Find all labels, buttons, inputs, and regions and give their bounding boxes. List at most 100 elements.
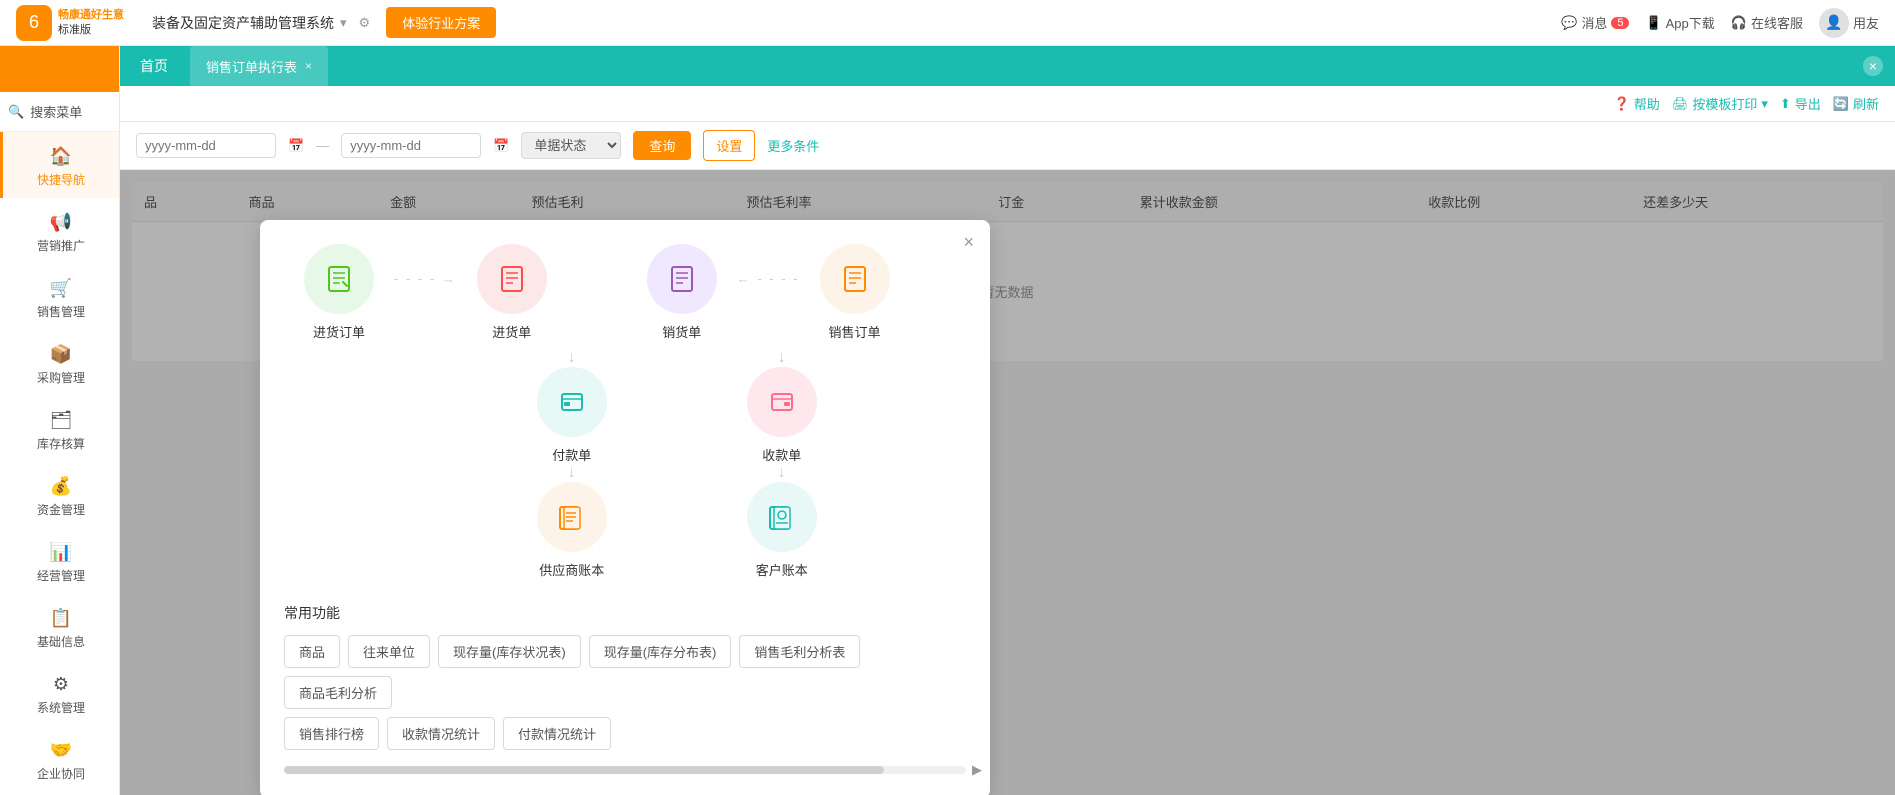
- tab-close-all-btn[interactable]: ×: [1863, 56, 1883, 76]
- print-icon: 🖨: [1672, 96, 1689, 112]
- sidebar-item-system[interactable]: ⚙ 系统管理: [0, 660, 119, 726]
- func-buttons-row2: 销售排行榜 收款情况统计 付款情况统计: [284, 717, 966, 750]
- payment-bill-node: 付款单: [537, 367, 607, 464]
- func-btn-stock-status[interactable]: 现存量(库存状况表): [438, 635, 581, 668]
- func-btn-payment-stats[interactable]: 付款情况统计: [503, 717, 611, 750]
- sales-bill-icon: [647, 244, 717, 314]
- arrow-pb-payment: ↓: [568, 349, 576, 367]
- search-icon: 🔍: [8, 104, 24, 120]
- tab-close-btn[interactable]: ×: [305, 59, 312, 73]
- marketing-icon: 📢: [50, 212, 72, 233]
- operations-icon: 📊: [50, 542, 72, 563]
- experience-btn[interactable]: 体验行业方案: [386, 7, 496, 38]
- sidebar-item-quick-nav[interactable]: 🏠 快捷导航: [0, 132, 119, 198]
- logo-text: 畅康通好生意 标准版: [58, 8, 124, 37]
- content-page: ❓ 帮助 🖨 按模板打印 ▾ ⬆ 导出 🔄: [120, 86, 1895, 795]
- set-btn[interactable]: 设置: [703, 130, 755, 161]
- refresh-btn[interactable]: 🔄 刷新: [1833, 94, 1879, 113]
- sidebar-item-operations[interactable]: 📊 经营管理: [0, 528, 119, 594]
- logo-icon: 6: [16, 5, 52, 41]
- app-download-btn[interactable]: 📱 App下载: [1645, 13, 1714, 32]
- func-btn-counterpart[interactable]: 往来单位: [348, 635, 430, 668]
- date-input[interactable]: [136, 133, 276, 158]
- sidebar-search[interactable]: 🔍 搜索菜单: [0, 92, 119, 132]
- receipt-bill-icon: [747, 367, 817, 437]
- tab-sales-order[interactable]: 销售订单执行表 ×: [190, 46, 328, 86]
- customer-ledger-icon: [747, 482, 817, 552]
- purchase-bill-icon: [477, 244, 547, 314]
- print-btn[interactable]: 🖨 按模板打印 ▾: [1672, 94, 1768, 113]
- calendar-end-icon[interactable]: 📅: [493, 138, 509, 154]
- arrow-payment-supplier: ↓: [568, 464, 576, 482]
- sidebar-item-inventory[interactable]: 🗂 库存核算: [0, 396, 119, 462]
- supplier-ledger-icon: [537, 482, 607, 552]
- app-container: 6 畅康通好生意 标准版 装备及固定资产辅助管理系统 ▾ ⚙ 体验行业方案 💬 …: [0, 0, 1895, 795]
- sales-order-icon: [820, 244, 890, 314]
- sidebar-item-enterprise[interactable]: 🤝 企业协同: [0, 726, 119, 792]
- content-header: ❓ 帮助 🖨 按模板打印 ▾ ⬆ 导出 🔄: [120, 86, 1895, 122]
- sidebar-item-basic[interactable]: 📋 基础信息: [0, 594, 119, 660]
- inventory-icon: 🗂: [50, 410, 73, 431]
- message-btn[interactable]: 💬 消息 5: [1561, 13, 1629, 32]
- purchase-order-node: 进货订单: [304, 244, 374, 341]
- modal-overlay[interactable]: ×: [120, 170, 1895, 795]
- payment-bill-label: 付款单: [552, 445, 591, 464]
- help-btn[interactable]: ❓ 帮助: [1614, 94, 1660, 113]
- supplier-ledger-label: 供应商账本: [539, 560, 604, 579]
- date-separator: —: [316, 138, 329, 153]
- content-inner: 品 商品 金额 预估毛利 预估毛利率 订金 累计收款金额 收款比例 还差多少天: [120, 170, 1895, 795]
- tab-bar: 首页 销售订单执行表 × ×: [120, 46, 1895, 86]
- modal-scrollbar-arrow[interactable]: ▶: [972, 762, 982, 778]
- search-btn[interactable]: 查询: [633, 131, 691, 160]
- func-btn-sales-rank[interactable]: 销售排行榜: [284, 717, 379, 750]
- common-functions: 常用功能 商品 往来单位 现存量(库存状况表) 现存量(库存分布表) 销售毛利分…: [284, 603, 966, 750]
- message-badge: 5: [1611, 17, 1629, 29]
- top-bar-middle: 装备及固定资产辅助管理系统 ▾ ⚙ 体验行业方案: [136, 7, 1561, 38]
- settings-icon[interactable]: ⚙: [359, 15, 371, 31]
- export-btn[interactable]: ⬆ 导出: [1780, 94, 1821, 113]
- sidebar-item-sales[interactable]: 🛒 销售管理: [0, 264, 119, 330]
- modal-close-btn[interactable]: ×: [963, 232, 974, 253]
- purchase-icon: 📦: [50, 344, 72, 365]
- customer-ledger-node: 客户账本: [747, 482, 817, 579]
- func-btn-stock-dist[interactable]: 现存量(库存分布表): [589, 635, 732, 668]
- modal-scrollbar[interactable]: ▶: [284, 766, 966, 774]
- purchase-bill-label: 进货单: [492, 322, 531, 341]
- customer-ledger-label: 客户账本: [756, 560, 808, 579]
- sidebar-menu: 🏠 快捷导航 📢 营销推广 🛒 销售管理 📦 采购管理 🗂 库存核: [0, 132, 119, 795]
- user-menu[interactable]: 👤 用友: [1819, 8, 1879, 38]
- purchase-order-label: 进货订单: [313, 322, 365, 341]
- more-conditions[interactable]: 更多条件: [767, 136, 819, 155]
- arrow-po-pb: - - - - →: [394, 271, 457, 314]
- basic-icon: 📋: [50, 608, 72, 629]
- phone-icon: 📱: [1645, 15, 1661, 31]
- enterprise-icon: 🤝: [50, 740, 72, 761]
- system-title-arrow: ▾: [340, 15, 347, 31]
- purchase-bill-node: 进货单: [477, 244, 547, 341]
- print-dropdown-icon: ▾: [1761, 96, 1768, 112]
- help-icon: ❓: [1614, 96, 1630, 112]
- func-btn-product-margin[interactable]: 商品毛利分析: [284, 676, 392, 709]
- headset-icon: 🎧: [1731, 15, 1747, 31]
- system-title: 装备及固定资产辅助管理系统: [152, 13, 334, 33]
- sales-bill-node: 销货单: [647, 244, 717, 341]
- sidebar-item-purchase[interactable]: 📦 采购管理: [0, 330, 119, 396]
- content-area: 首页 销售订单执行表 × × ❓ 帮助: [120, 46, 1895, 795]
- sales-order-label: 销售订单: [829, 322, 881, 341]
- tab-home[interactable]: 首页: [120, 46, 188, 86]
- date-end-input[interactable]: [341, 133, 481, 158]
- sidebar-item-marketing[interactable]: 📢 营销推广: [0, 198, 119, 264]
- status-select[interactable]: 单据状态: [521, 132, 621, 159]
- sidebar-item-finance[interactable]: 💰 资金管理: [0, 462, 119, 528]
- online-service-btn[interactable]: 🎧 在线客服: [1731, 13, 1803, 32]
- supplier-ledger-node: 供应商账本: [537, 482, 607, 579]
- sales-order-node: 销售订单: [820, 244, 890, 341]
- func-btn-sales-margin[interactable]: 销售毛利分析表: [739, 635, 860, 668]
- func-btn-receipt-stats[interactable]: 收款情况统计: [387, 717, 495, 750]
- export-icon: ⬆: [1780, 96, 1791, 112]
- func-btn-product[interactable]: 商品: [284, 635, 340, 668]
- calendar-icon[interactable]: 📅: [288, 138, 304, 154]
- quick-nav-icon: 🏠: [50, 146, 72, 167]
- top-bar-right: 💬 消息 5 📱 App下载 🎧 在线客服 👤 用友: [1561, 8, 1879, 38]
- sales-icon: 🛒: [50, 278, 72, 299]
